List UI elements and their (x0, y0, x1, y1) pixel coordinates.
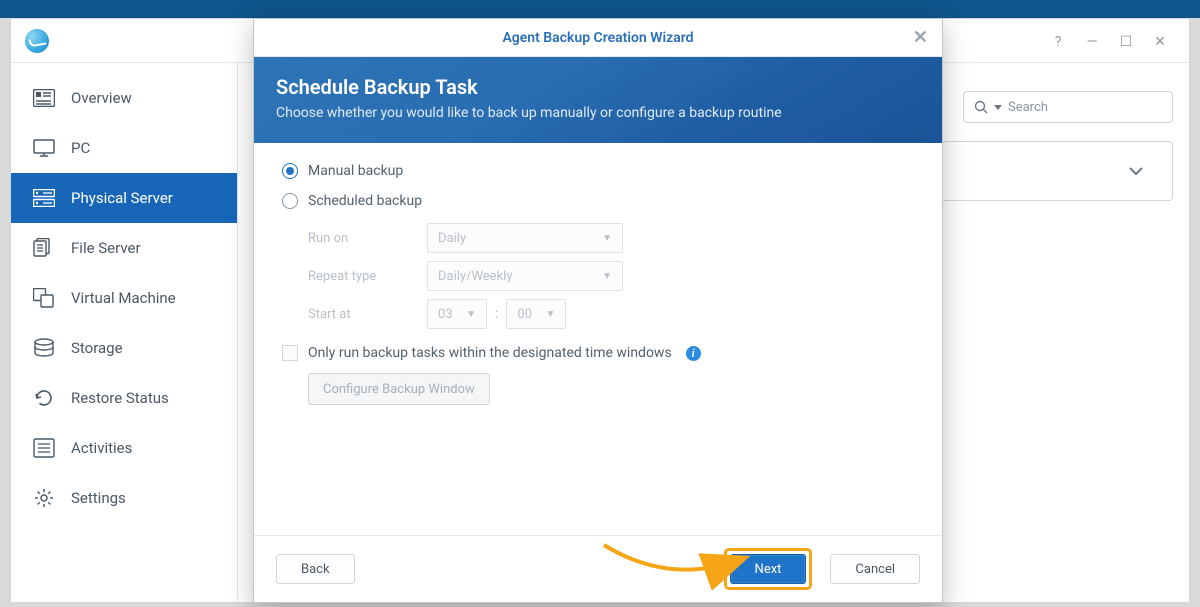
maximize-icon[interactable]: ☐ (1111, 34, 1141, 50)
activities-icon (33, 438, 55, 458)
modal-footer: Back Next Cancel (254, 535, 942, 602)
storage-icon (33, 338, 55, 358)
radio-manual-backup[interactable]: Manual backup (282, 163, 914, 179)
cancel-button[interactable]: Cancel (830, 554, 920, 584)
time-window-checkbox-row[interactable]: Only run backup tasks within the designa… (282, 345, 914, 361)
search-icon (974, 100, 988, 114)
back-button[interactable]: Back (276, 554, 355, 584)
sidebar-item-label: Activities (71, 439, 132, 457)
help-icon[interactable]: ? (1043, 34, 1073, 50)
modal-title: Agent Backup Creation Wizard (502, 30, 693, 46)
annotation-highlight: Next (724, 548, 813, 590)
time-separator: : (495, 306, 498, 322)
caret-down-icon: ▼ (602, 271, 612, 282)
radio-scheduled-backup[interactable]: Scheduled backup (282, 193, 914, 209)
virtual-machine-icon (33, 288, 55, 308)
window-controls: ? — ☐ ✕ (1043, 31, 1175, 50)
radio-icon (282, 163, 298, 179)
sidebar-item-label: Virtual Machine (71, 289, 176, 307)
sidebar-item-restore-status[interactable]: Restore Status (11, 373, 237, 423)
configure-backup-window-button[interactable]: Configure Backup Window (308, 373, 490, 405)
caret-down-icon: ▼ (466, 309, 476, 320)
restore-status-icon (33, 388, 55, 408)
overview-icon (33, 88, 55, 108)
file-server-icon (33, 238, 55, 258)
modal-subtitle: Choose whether you would like to back up… (276, 105, 920, 121)
desktop-topbar (0, 0, 1200, 18)
radio-icon (282, 193, 298, 209)
sidebar-item-settings[interactable]: Settings (11, 473, 237, 523)
sidebar-item-label: PC (71, 139, 90, 157)
select-value: 03 (438, 307, 453, 322)
next-button[interactable]: Next (730, 554, 807, 584)
app-logo-icon (25, 29, 49, 53)
search-placeholder: Search (1008, 100, 1048, 115)
repeat-type-select[interactable]: Daily/Weekly ▼ (427, 261, 623, 291)
select-value: 00 (517, 307, 532, 322)
start-hour-select[interactable]: 03 ▼ (427, 299, 487, 329)
modal-titlebar: Agent Backup Creation Wizard ✕ (254, 19, 942, 57)
sidebar-item-file-server[interactable]: File Server (11, 223, 237, 273)
run-on-label: Run on (282, 231, 427, 246)
sidebar-item-physical-server[interactable]: Physical Server (11, 173, 237, 223)
sidebar-item-label: Settings (71, 489, 126, 507)
sidebar-item-label: Overview (71, 89, 132, 107)
sidebar-item-label: Storage (71, 339, 123, 357)
search-dropdown-caret-icon (994, 103, 1002, 111)
search-input[interactable]: Search (963, 91, 1173, 123)
sidebar-item-label: File Server (71, 239, 141, 257)
scheduled-options: Run on Daily ▼ Repeat type Daily/Weekly … (282, 223, 914, 329)
checkbox-label: Only run backup tasks within the designa… (308, 345, 672, 361)
info-icon[interactable]: i (686, 346, 701, 361)
run-on-select[interactable]: Daily ▼ (427, 223, 623, 253)
sidebar-item-label: Restore Status (71, 389, 169, 407)
close-icon[interactable]: ✕ (1145, 34, 1175, 50)
sidebar-item-activities[interactable]: Activities (11, 423, 237, 473)
caret-down-icon: ▼ (602, 233, 612, 244)
sidebar-item-storage[interactable]: Storage (11, 323, 237, 373)
minimize-icon[interactable]: — (1077, 34, 1107, 50)
pc-icon (33, 138, 55, 158)
checkbox-icon (282, 345, 298, 361)
modal-content: Manual backup Scheduled backup Run on Da… (254, 143, 942, 535)
wizard-modal: Agent Backup Creation Wizard ✕ Schedule … (253, 18, 943, 603)
physical-server-icon (33, 188, 55, 208)
sidebar-item-pc[interactable]: PC (11, 123, 237, 173)
modal-banner: Schedule Backup Task Choose whether you … (254, 57, 942, 143)
start-at-label: Start at (282, 307, 427, 322)
gear-icon (33, 488, 55, 508)
modal-close-icon[interactable]: ✕ (913, 27, 928, 48)
start-minute-select[interactable]: 00 ▼ (506, 299, 566, 329)
radio-label: Manual backup (308, 163, 403, 179)
sidebar-item-label: Physical Server (71, 189, 173, 207)
modal-heading: Schedule Backup Task (276, 75, 920, 99)
sidebar-item-virtual-machine[interactable]: Virtual Machine (11, 273, 237, 323)
sidebar: Overview PC Physical Server File Server (11, 63, 238, 602)
sidebar-item-overview[interactable]: Overview (11, 73, 237, 123)
repeat-type-label: Repeat type (282, 269, 427, 284)
chevron-down-icon (1128, 165, 1144, 177)
select-value: Daily/Weekly (438, 269, 512, 284)
radio-label: Scheduled backup (308, 193, 422, 209)
select-value: Daily (438, 231, 466, 246)
caret-down-icon: ▼ (545, 309, 555, 320)
